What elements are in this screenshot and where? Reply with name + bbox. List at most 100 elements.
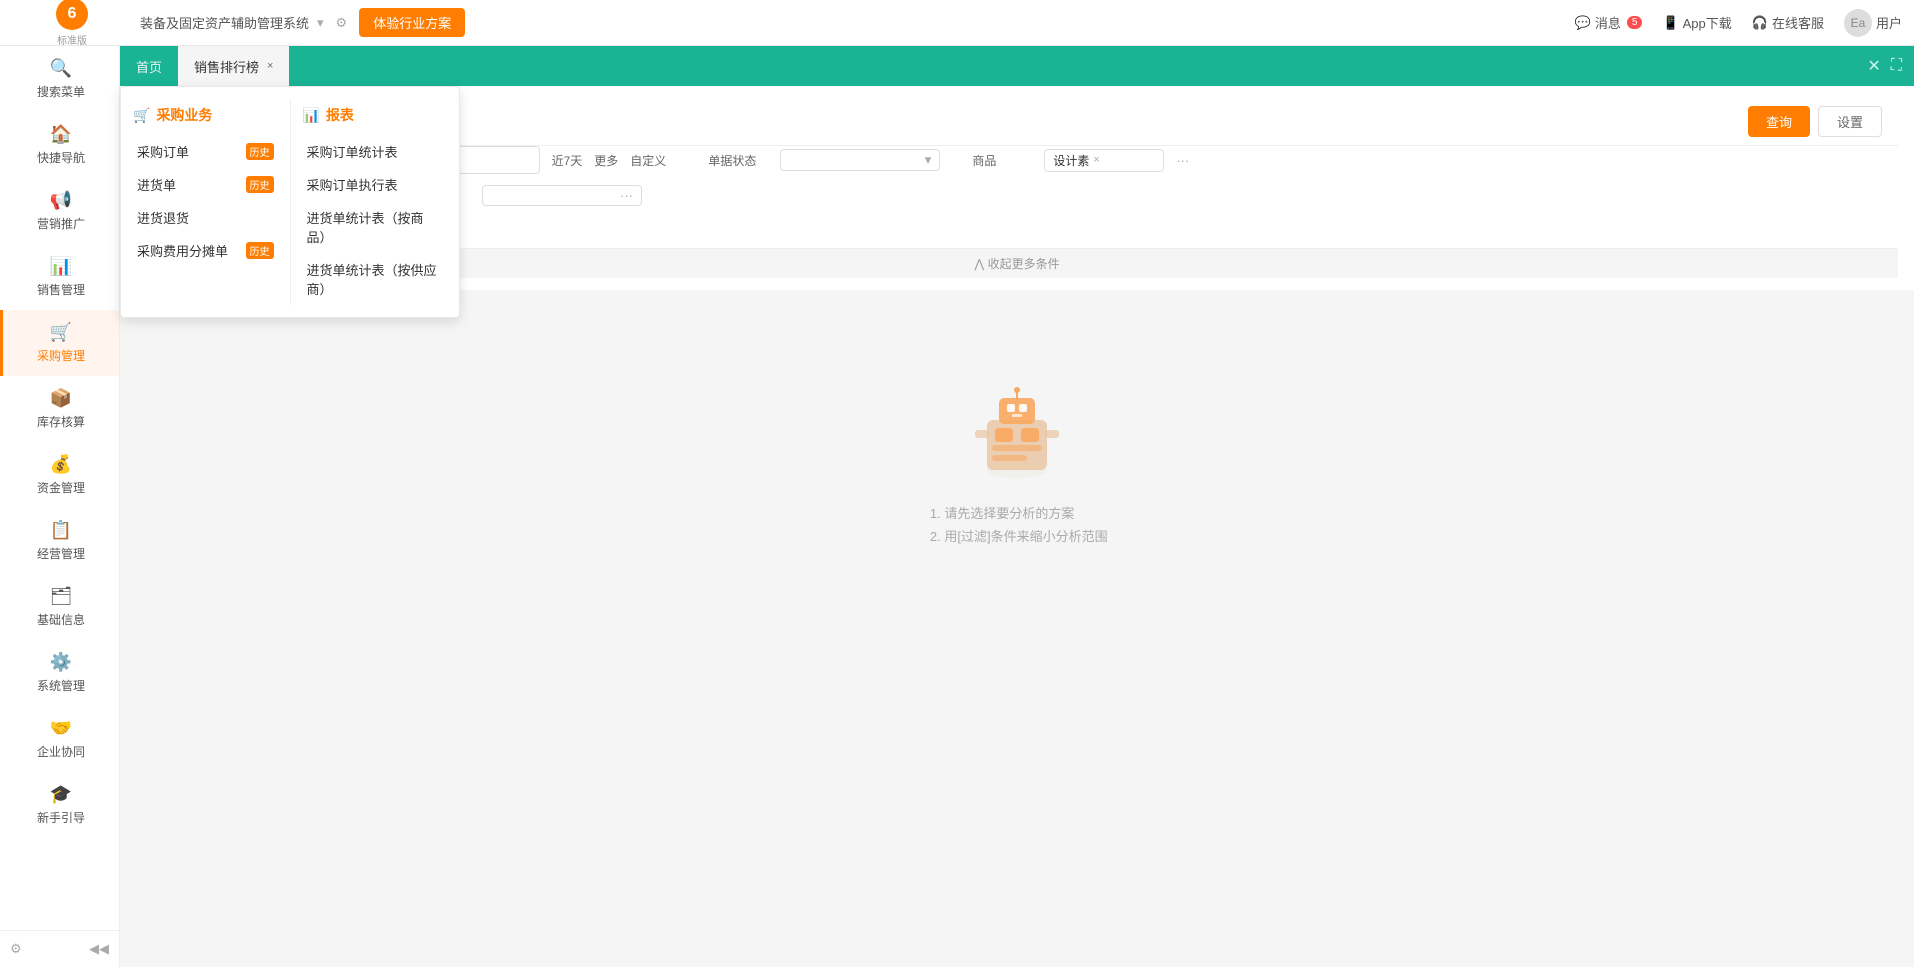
search-icon: 🔍 <box>50 58 72 79</box>
basic-icon: 🗂 <box>50 586 73 607</box>
shortcut-custom[interactable]: 自定义 <box>630 152 666 169</box>
purchase-col: 🛒 采购业务 采购订单 历史 进货单 历史 进货退货 采购费用分摊单 历史 <box>121 99 290 305</box>
doc-status-label: 单据状态 <box>708 152 768 169</box>
po-exec-label: 采购订单执行表 <box>307 175 398 194</box>
sales-icon: 📊 <box>50 256 72 277</box>
user-menu-btn[interactable]: Ea 用户 <box>1844 9 1902 37</box>
purchase-col-icon: 🛒 <box>133 107 150 124</box>
tab-home-label: 首页 <box>136 57 162 76</box>
tab-maximize-icon[interactable]: ⛶ <box>1891 57 1902 75</box>
dropdown-po-exec[interactable]: 采购订单执行表 <box>303 168 448 201</box>
empty-tips: 请先选择要分析的方案 用[过滤]条件来缩小分析范围 <box>926 502 1107 549</box>
sidebar: 🔍 搜索菜单 🏠 快捷导航 📢 营销推广 📊 销售管理 🛒 采购管理 📦 库存核… <box>0 46 120 967</box>
shortcut-more[interactable]: 更多 <box>594 152 618 169</box>
tab-bar: 首页 销售排行榜 × ✕ ⛶ <box>120 46 1914 86</box>
purchase-dropdown-menu: 🛒 采购业务 采购订单 历史 进货单 历史 进货退货 采购费用分摊单 历史 📊 … <box>120 86 460 318</box>
sidebar-item-search[interactable]: 🔍 搜索菜单 <box>0 46 119 112</box>
sidebar-item-marketing[interactable]: 📢 营销推广 <box>0 178 119 244</box>
sidebar-label-system: 系统管理 <box>37 677 85 694</box>
salesperson-more[interactable]: ··· <box>620 188 633 203</box>
operations-icon: 📋 <box>50 520 72 541</box>
empty-state: 请先选择要分析的方案 用[过滤]条件来缩小分析范围 <box>120 290 1914 629</box>
goods-tag-close[interactable]: × <box>1093 154 1099 166</box>
collapse-text: 收起更多条件 <box>988 257 1060 271</box>
sidebar-item-system[interactable]: ⚙️ 系统管理 <box>0 640 119 706</box>
user-label: 用户 <box>1876 13 1902 32</box>
inbound-return-label: 进货退货 <box>137 208 189 227</box>
purchase-order-hist: 历史 <box>246 143 274 160</box>
purchase-expense-hist: 历史 <box>246 242 274 259</box>
sidebar-item-purchase[interactable]: 🛒 采购管理 <box>0 310 119 376</box>
tab-close-icon[interactable]: × <box>267 60 273 72</box>
empty-svg <box>957 370 1077 490</box>
dropdown-purchase-expense[interactable]: 采购费用分摊单 历史 <box>133 234 278 267</box>
purchase-col-label: 采购业务 <box>156 105 212 125</box>
sidebar-item-inventory[interactable]: 📦 库存核算 <box>0 376 119 442</box>
headset-icon: 🎧 <box>1752 15 1768 31</box>
inventory-icon: 📦 <box>50 388 72 409</box>
po-stat-label: 采购订单统计表 <box>307 142 398 161</box>
system-icon: ⚙️ <box>50 652 72 673</box>
tab-current-label: 销售排行榜 <box>194 57 259 76</box>
sidebar-bottom: ⚙ ◀◀ <box>0 930 119 967</box>
collapse-icon: ⋀ <box>974 257 984 271</box>
sidebar-item-enterprise[interactable]: 🤝 企业协同 <box>0 706 119 772</box>
dropdown-purchase-order[interactable]: 采购订单 历史 <box>133 135 278 168</box>
tab-close-window-icon[interactable]: ✕ <box>1867 56 1880 76</box>
header-title: 装备及固定资产辅助管理系统 ▾ ⚙ <box>140 13 347 32</box>
logo-icon: 6 <box>56 0 88 30</box>
goods-tag-value: 设计素 <box>1053 152 1089 169</box>
marketing-icon: 📢 <box>50 190 72 211</box>
app-download-btn[interactable]: 📱 App下载 <box>1662 13 1731 32</box>
online-service-btn[interactable]: 🎧 在线客服 <box>1752 13 1824 32</box>
industry-btn[interactable]: 体验行业方案 <box>359 8 465 37</box>
sidebar-item-operations[interactable]: 📋 经营管理 <box>0 508 119 574</box>
enterprise-icon: 🤝 <box>50 718 72 739</box>
sidebar-item-basic[interactable]: 🗂 基础信息 <box>0 574 119 640</box>
inbound-label: 进货单 <box>137 175 176 194</box>
sidebar-label-finance: 资金管理 <box>37 479 85 496</box>
phone-icon: 📱 <box>1662 15 1678 31</box>
tab-sales-ranking[interactable]: 销售排行榜 × <box>178 46 289 86</box>
sidebar-item-quick-nav[interactable]: 🏠 快捷导航 <box>0 112 119 178</box>
query-button[interactable]: 查询 <box>1748 106 1810 137</box>
dropdown-inbound-return[interactable]: 进货退货 <box>133 201 278 234</box>
message-icon: 💬 <box>1575 15 1591 31</box>
sidebar-item-finance[interactable]: 💰 资金管理 <box>0 442 119 508</box>
sidebar-label-search: 搜索菜单 <box>37 83 85 100</box>
goods-more-icon[interactable]: ··· <box>1176 153 1189 168</box>
message-btn[interactable]: 💬 消息 5 <box>1575 13 1643 32</box>
sidebar-label-inventory: 库存核算 <box>37 413 85 430</box>
empty-tip-1: 请先选择要分析的方案 <box>944 502 1107 525</box>
bottom-settings-icon[interactable]: ⚙ <box>10 941 22 957</box>
report-col-title: 📊 报表 <box>303 99 448 135</box>
report-col: 📊 报表 采购订单统计表 采购订单执行表 进货单统计表（按商品） 进货单统计表（… <box>290 99 460 305</box>
settings-button[interactable]: 设置 <box>1818 106 1882 137</box>
sidebar-label-operations: 经营管理 <box>37 545 85 562</box>
settings-gear-icon[interactable]: ⚙ <box>336 15 348 31</box>
app-download-label: App下载 <box>1683 13 1732 32</box>
online-service-label: 在线客服 <box>1772 13 1824 32</box>
bottom-collapse-icon[interactable]: ◀◀ <box>89 941 109 957</box>
header-right: 💬 消息 5 📱 App下载 🎧 在线客服 Ea 用户 <box>1575 9 1902 37</box>
dropdown-po-stat[interactable]: 采购订单统计表 <box>303 135 448 168</box>
title-dropdown-icon[interactable]: ▾ <box>317 15 324 31</box>
sidebar-label-enterprise: 企业协同 <box>37 743 85 760</box>
shortcut-7days[interactable]: 近7天 <box>552 152 583 169</box>
inbound-hist: 历史 <box>246 176 274 193</box>
doc-status-dropdown-icon[interactable]: ▾ <box>925 152 932 168</box>
newbie-icon: 🎓 <box>50 784 72 805</box>
empty-illustration <box>957 370 1077 490</box>
goods-label: 商品 <box>972 152 1032 169</box>
top-header: 6 标准版 装备及固定资产辅助管理系统 ▾ ⚙ 体验行业方案 💬 消息 5 📱 … <box>0 0 1914 46</box>
inbound-stat-goods-label: 进货单统计表（按商品） <box>307 208 444 246</box>
sidebar-item-sales[interactable]: 📊 销售管理 <box>0 244 119 310</box>
tab-home[interactable]: 首页 <box>120 46 178 86</box>
dropdown-inbound[interactable]: 进货单 历史 <box>133 168 278 201</box>
dropdown-inbound-stat-supplier[interactable]: 进货单统计表（按供应商） <box>303 253 448 305</box>
dropdown-inbound-stat-goods[interactable]: 进货单统计表（按商品） <box>303 201 448 253</box>
message-label: 消息 <box>1595 13 1621 32</box>
logo-area: 6 标准版 <box>12 0 132 47</box>
sidebar-label-basic: 基础信息 <box>37 611 85 628</box>
sidebar-item-newbie[interactable]: 🎓 新手引导 <box>0 772 119 838</box>
